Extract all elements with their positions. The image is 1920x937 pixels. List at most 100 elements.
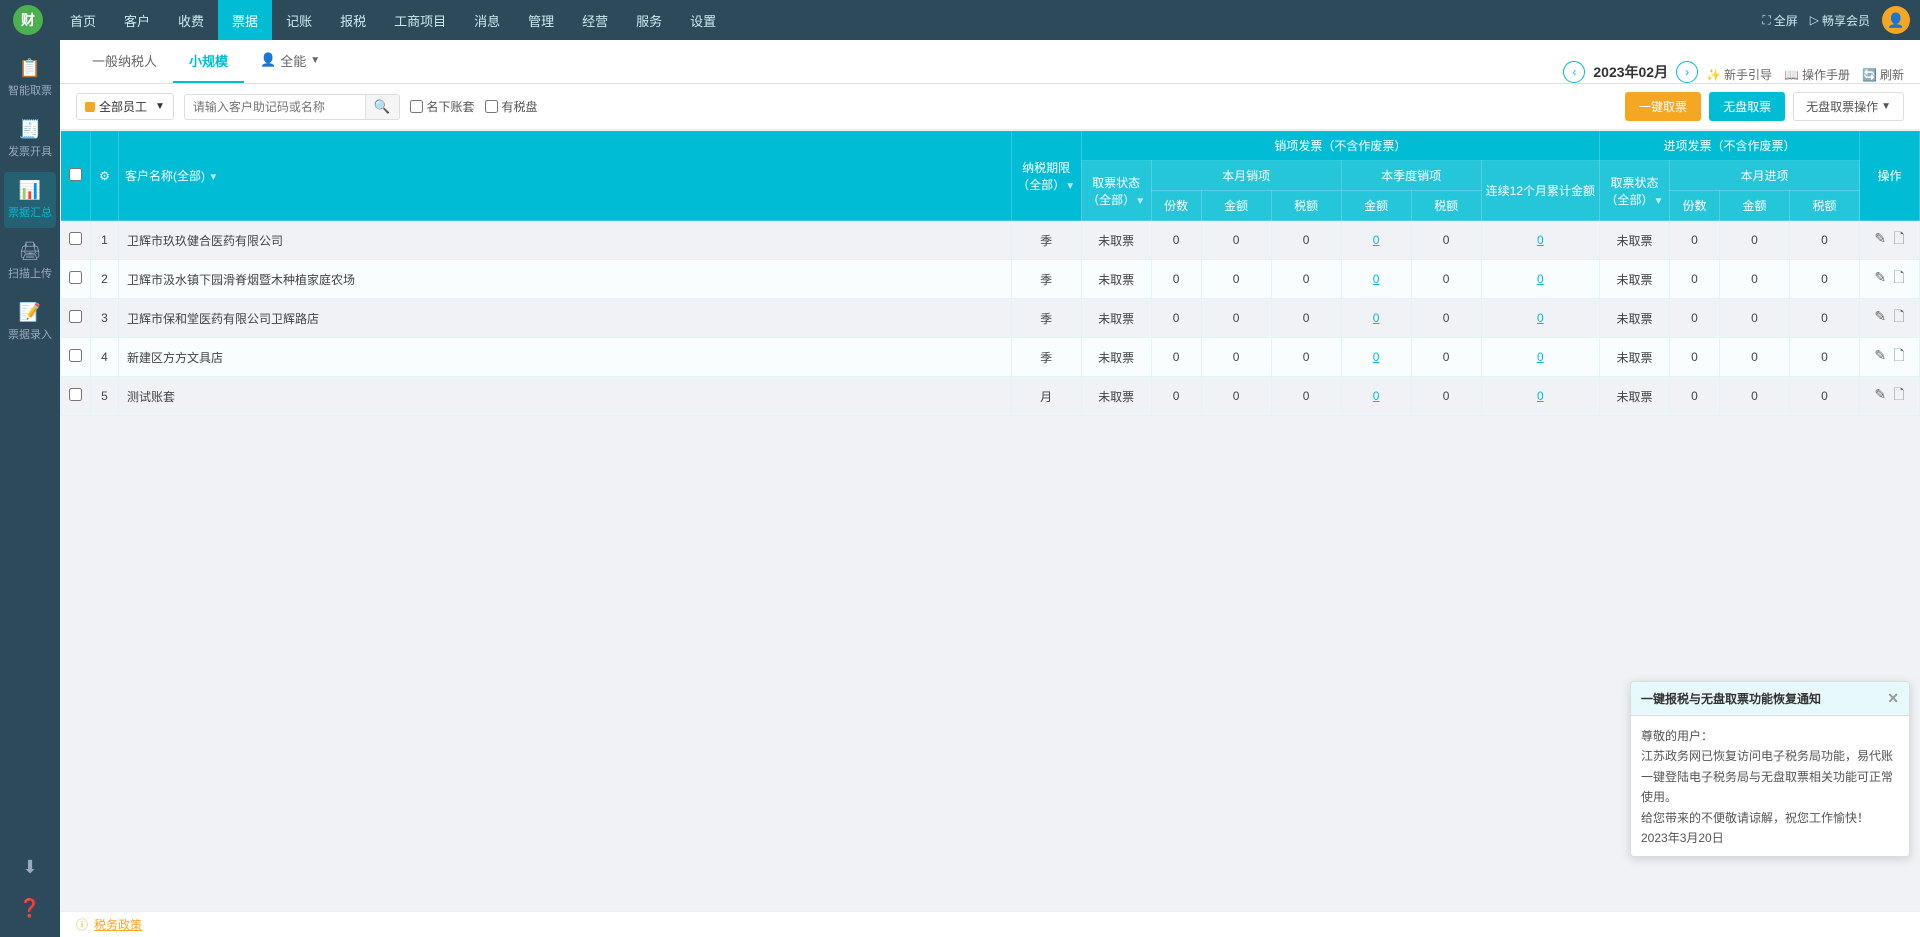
fullscreen-button[interactable]: ⛶ 全屏: [1762, 12, 1797, 29]
tax-disk-checkbox[interactable]: [485, 100, 498, 113]
user-avatar[interactable]: 👤: [1882, 6, 1910, 34]
sidebar-item-smart-fetch[interactable]: 📋 智能取票: [4, 50, 56, 106]
row-checkbox[interactable]: [69, 310, 82, 323]
one-key-fetch-button[interactable]: 一键取票: [1625, 92, 1701, 121]
row-sales-month-amount: 0: [1201, 299, 1271, 338]
row-sales-month-amount: 0: [1201, 260, 1271, 299]
edit-icon[interactable]: ✎: [1874, 230, 1886, 246]
row-input-month-tax: 0: [1790, 377, 1860, 416]
sidebar-item-issue-invoice[interactable]: 🧾 发票开具: [4, 111, 56, 167]
sidebar-item-download[interactable]: ⬇: [4, 849, 56, 886]
view-icon[interactable]: 🗋: [1893, 308, 1904, 324]
row-sales-quarter-amount: 0: [1341, 221, 1411, 260]
manual-button[interactable]: 📖 操作手册: [1784, 66, 1850, 83]
row-sales-month-tax: 0: [1271, 299, 1341, 338]
row-checkbox-cell[interactable]: [61, 377, 91, 416]
download-icon: ⬇: [22, 857, 37, 878]
edit-icon[interactable]: ✎: [1874, 386, 1886, 402]
diskless-fetch-button[interactable]: 无盘取票: [1709, 92, 1785, 121]
refresh-button[interactable]: 🔄 刷新: [1862, 66, 1904, 83]
nav-manage[interactable]: 管理: [514, 0, 568, 40]
row-checkbox-cell[interactable]: [61, 221, 91, 260]
employee-select[interactable]: 全部员工 ▼: [76, 93, 174, 120]
row-no: 3: [91, 299, 119, 338]
sidebar-item-invoice-summary[interactable]: 📊 票据汇总: [4, 172, 56, 228]
fullscreen-icon: ⛶: [1762, 13, 1770, 28]
row-no: 5: [91, 377, 119, 416]
row-input-status: 未取票: [1600, 299, 1670, 338]
view-icon[interactable]: 🗋: [1893, 269, 1904, 285]
notification-scroll[interactable]: 尊敬的用户：江苏政务网已恢复访问电子税务局功能，易代账一键登陆电子税务局与无盘取…: [1631, 716, 1909, 856]
employee-chevron-icon: ▼: [155, 101, 165, 112]
nav-bookkeeping[interactable]: 记账: [272, 0, 326, 40]
tax-disk-checkbox-label[interactable]: 有税盘: [485, 98, 538, 115]
row-tax-period: 季: [1011, 338, 1081, 377]
member-button[interactable]: ▷ 畅享会员: [1810, 12, 1870, 29]
info-icon: ⓘ: [76, 916, 88, 933]
period-selector: ‹ 2023年02月 ›: [1563, 61, 1706, 83]
nav-bizproject[interactable]: 工商项目: [380, 0, 460, 40]
tax-policy-link[interactable]: 税务政策: [94, 916, 142, 933]
notification-close-button[interactable]: ✕: [1887, 690, 1899, 707]
nav-operation[interactable]: 经营: [568, 0, 622, 40]
nav-tax[interactable]: 报税: [326, 0, 380, 40]
edit-icon[interactable]: ✎: [1874, 269, 1886, 285]
nav-invoice[interactable]: 票据: [218, 0, 272, 40]
row-sales-month-count: 0: [1151, 260, 1201, 299]
row-checkbox[interactable]: [69, 388, 82, 401]
tab-general-taxpayer[interactable]: 一般纳税人: [76, 40, 173, 83]
row-no: 1: [91, 221, 119, 260]
tab-all-capable[interactable]: 👤 全能 ▼: [244, 40, 336, 83]
nav-fee[interactable]: 收费: [164, 0, 218, 40]
row-customer-name: 卫辉市玖玖健合医药有限公司: [119, 221, 1012, 260]
row-sales-month-tax: 0: [1271, 338, 1341, 377]
nav-message[interactable]: 消息: [460, 0, 514, 40]
search-input[interactable]: [185, 96, 365, 118]
view-icon[interactable]: 🗋: [1893, 230, 1904, 246]
settings-icon[interactable]: ⚙: [99, 169, 110, 183]
nav-customer[interactable]: 客户: [110, 0, 164, 40]
sidebar-item-data-entry[interactable]: 📝 票据录入: [4, 294, 56, 350]
tab-small-scale[interactable]: 小规模: [173, 40, 244, 83]
sidebar-item-scan-upload[interactable]: 🖨 扫描上传: [4, 233, 56, 289]
row-checkbox-cell[interactable]: [61, 260, 91, 299]
row-customer-name: 测试账套: [119, 377, 1012, 416]
row-checkbox[interactable]: [69, 232, 82, 245]
row-sales-month-count: 0: [1151, 338, 1201, 377]
tab-right-actions: ✨ 新手引导 📖 操作手册 🔄 刷新: [1706, 66, 1904, 83]
row-sales-month-count: 0: [1151, 377, 1201, 416]
period-next-button[interactable]: ›: [1676, 61, 1698, 83]
select-all-checkbox[interactable]: [69, 168, 82, 181]
row-sales-month-amount: 0: [1201, 377, 1271, 416]
row-actions: ✎ 🗋: [1860, 260, 1920, 299]
newbie-guide-button[interactable]: ✨ 新手引导: [1706, 66, 1772, 83]
row-tax-period: 季: [1011, 299, 1081, 338]
edit-icon[interactable]: ✎: [1874, 347, 1886, 363]
row-checkbox[interactable]: [69, 271, 82, 284]
nav-settings[interactable]: 设置: [676, 0, 730, 40]
row-input-month-amount: 0: [1720, 221, 1790, 260]
period-prev-button[interactable]: ‹: [1563, 61, 1585, 83]
edit-icon[interactable]: ✎: [1874, 308, 1886, 324]
nav-home[interactable]: 首页: [56, 0, 110, 40]
sidebar-item-help[interactable]: ❓: [4, 890, 56, 927]
top-navigation: 财 首页 客户 收费 票据 记账 报税 工商项目 消息 管理 经营 服务 设置 …: [0, 0, 1920, 40]
sidebar-bottom: ⬇ ❓: [4, 849, 56, 937]
search-button[interactable]: 🔍: [365, 95, 399, 119]
row-input-month-amount: 0: [1720, 338, 1790, 377]
row-checkbox[interactable]: [69, 349, 82, 362]
row-sales-month-count: 0: [1151, 221, 1201, 260]
row-tax-period: 季: [1011, 260, 1081, 299]
nav-service[interactable]: 服务: [622, 0, 676, 40]
row-input-month-count: 0: [1670, 221, 1720, 260]
account-checkbox-label[interactable]: 名下账套: [410, 98, 475, 115]
row-input-month-tax: 0: [1790, 299, 1860, 338]
view-icon[interactable]: 🗋: [1893, 386, 1904, 402]
view-icon[interactable]: 🗋: [1893, 347, 1904, 363]
row-checkbox-cell[interactable]: [61, 338, 91, 377]
row-input-month-amount: 0: [1720, 260, 1790, 299]
diskless-ops-button[interactable]: 无盘取票操作 ▼: [1793, 92, 1904, 121]
row-checkbox-cell[interactable]: [61, 299, 91, 338]
account-checkbox[interactable]: [410, 100, 423, 113]
member-icon: ▷: [1810, 13, 1819, 27]
